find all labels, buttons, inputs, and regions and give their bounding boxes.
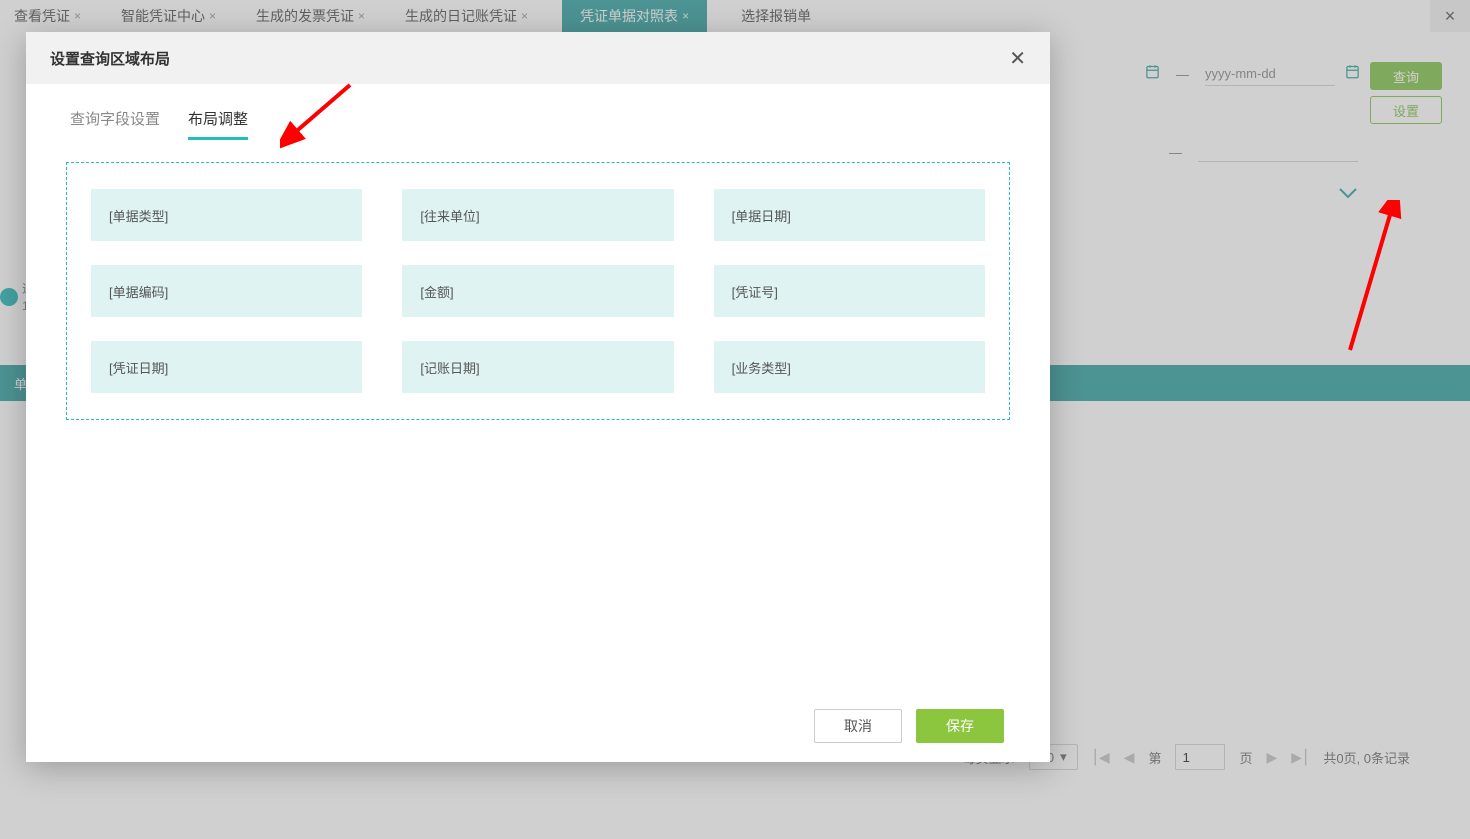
field-post-date[interactable]: [记账日期] [402,341,673,393]
layout-grid: [单据类型] [往来单位] [单据日期] [单据编码] [金额] [凭证号] [… [91,189,985,393]
modal-close-button[interactable]: ✕ [1009,46,1026,71]
field-doc-type[interactable]: [单据类型] [91,189,362,241]
field-amount[interactable]: [金额] [402,265,673,317]
modal-tabs: 查询字段设置 布局调整 [70,108,1010,140]
layout-dropzone[interactable]: [单据类型] [往来单位] [单据日期] [单据编码] [金额] [凭证号] [… [66,162,1010,420]
modal-header: 设置查询区域布局 ✕ [26,32,1050,84]
cancel-button[interactable]: 取消 [814,709,902,743]
modal-body: 查询字段设置 布局调整 [单据类型] [往来单位] [单据日期] [单据编码] … [26,84,1050,690]
field-voucher-date[interactable]: [凭证日期] [91,341,362,393]
tab-query-fields[interactable]: 查询字段设置 [70,108,160,140]
layout-settings-modal: 设置查询区域布局 ✕ 查询字段设置 布局调整 [单据类型] [往来单位] [单据… [26,32,1050,762]
modal-footer: 取消 保存 [26,690,1050,762]
field-voucher-no[interactable]: [凭证号] [714,265,985,317]
field-doc-code[interactable]: [单据编码] [91,265,362,317]
field-doc-date[interactable]: [单据日期] [714,189,985,241]
modal-title: 设置查询区域布局 [50,48,170,69]
save-button[interactable]: 保存 [916,709,1004,743]
field-biz-type[interactable]: [业务类型] [714,341,985,393]
field-partner[interactable]: [往来单位] [402,189,673,241]
tab-layout-adjust[interactable]: 布局调整 [188,108,248,140]
